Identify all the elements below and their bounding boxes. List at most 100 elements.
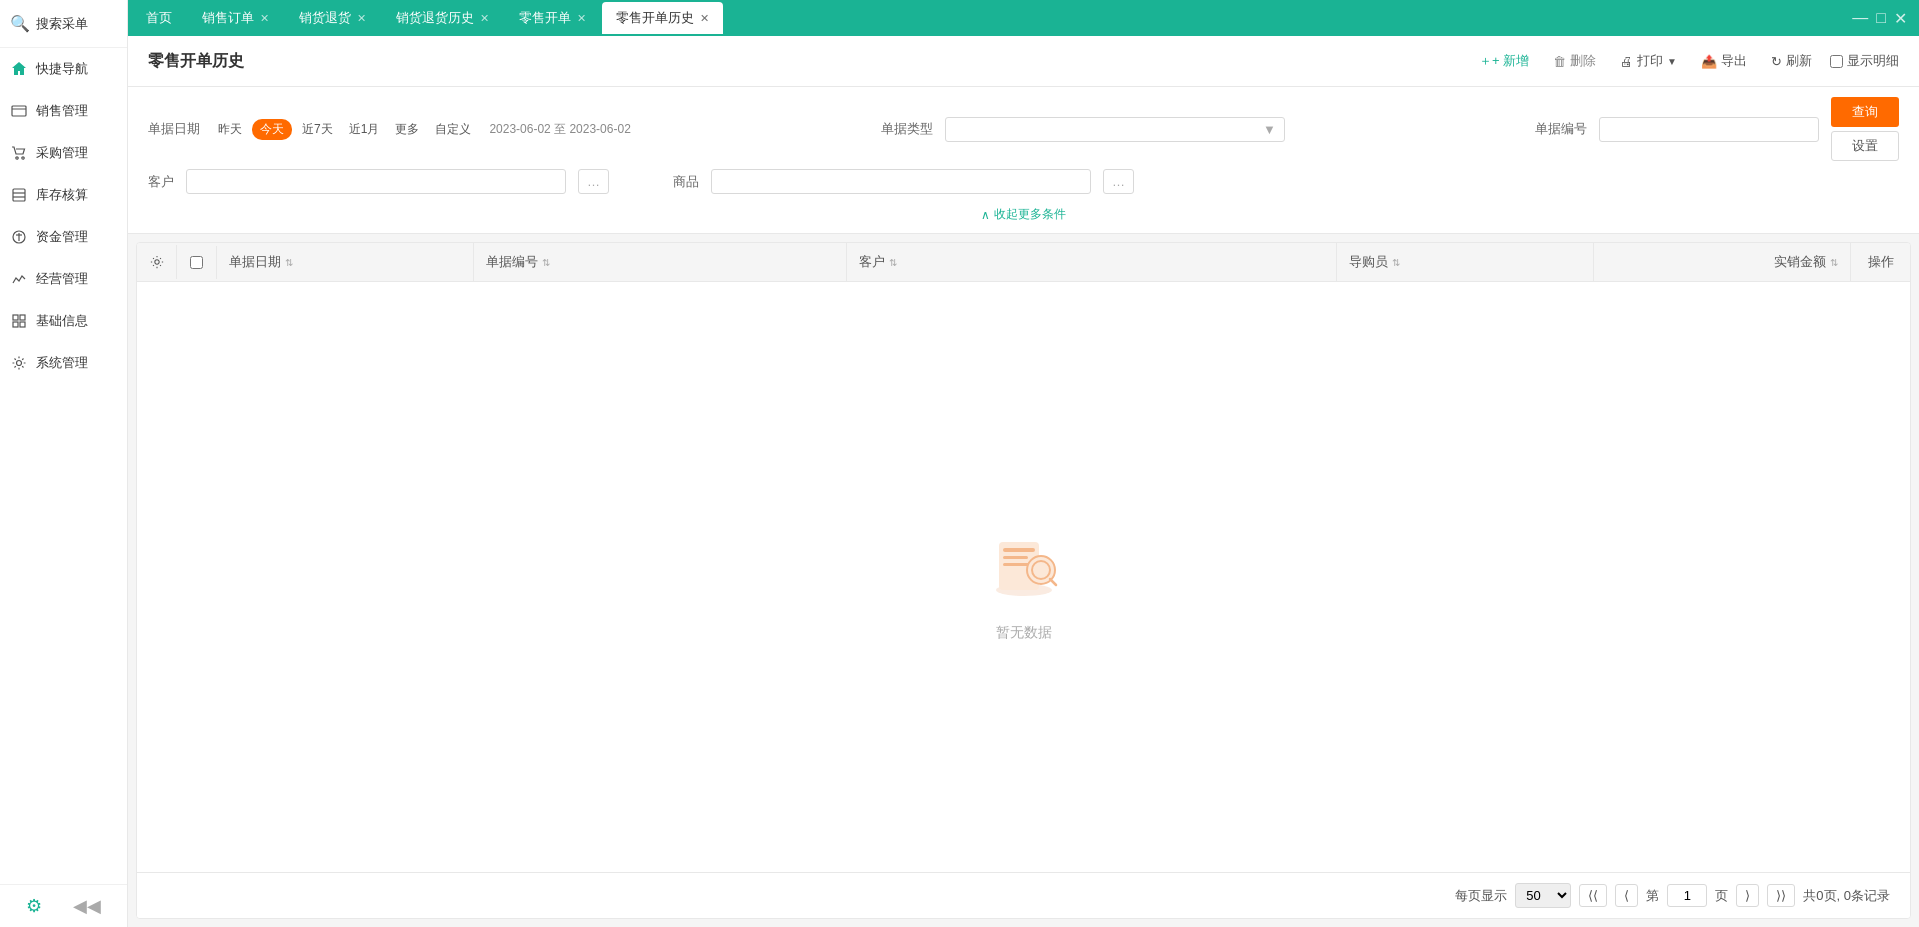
next-page-button[interactable]: ⟩ (1736, 884, 1759, 907)
window-minimize-icon[interactable]: — (1852, 9, 1868, 27)
svg-point-2 (16, 157, 18, 159)
sidebar-item-label: 采购管理 (36, 144, 88, 162)
add-icon: ＋ (1479, 52, 1492, 70)
tab-sales-order[interactable]: 销售订单 ✕ (188, 2, 283, 34)
th-amount[interactable]: 实销金额 ⇅ (1594, 243, 1850, 281)
product-ellipsis-btn[interactable]: … (1103, 169, 1134, 194)
th-salesman[interactable]: 导购员 ⇅ (1337, 243, 1594, 281)
tab-sales-return-close[interactable]: ✕ (357, 12, 366, 25)
sidebar-item-inventory[interactable]: 库存核算 (0, 174, 127, 216)
select-all-checkbox[interactable] (190, 256, 203, 269)
sidebar-item-system[interactable]: 系统管理 (0, 342, 127, 384)
sidebar-item-base-info[interactable]: 基础信息 (0, 300, 127, 342)
customer-ellipsis-btn[interactable]: … (578, 169, 609, 194)
sidebar: 🔍 搜索采单 快捷导航 销售管理 采购管理 库存核算 (0, 0, 128, 927)
tab-home[interactable]: 首页 (132, 2, 186, 34)
date-shortcuts: 昨天 今天 近7天 近1月 更多 自定义 (212, 119, 477, 140)
per-page-select[interactable]: 50 10 20 100 (1515, 883, 1571, 908)
tab-sales-return-history-label: 销货退货历史 (396, 9, 474, 27)
th-date[interactable]: 单据日期 ⇅ (217, 243, 474, 281)
product-label: 商品 (673, 173, 699, 191)
first-page-button[interactable]: ⟨⟨ (1579, 884, 1607, 907)
svg-rect-18 (1003, 548, 1035, 552)
empty-icon (974, 512, 1074, 612)
sidebar-item-finance[interactable]: 资金管理 (0, 216, 127, 258)
th-action: 操作 (1850, 243, 1910, 281)
window-maximize-icon[interactable]: □ (1876, 9, 1886, 27)
tab-retail-open-close[interactable]: ✕ (577, 12, 586, 25)
date-shortcut-7days[interactable]: 近7天 (296, 119, 339, 140)
sidebar-item-sales-mgmt[interactable]: 销售管理 (0, 90, 127, 132)
th-checkbox[interactable] (177, 246, 217, 279)
svg-point-14 (17, 361, 22, 366)
operations-icon (10, 270, 28, 288)
svg-rect-19 (1003, 556, 1028, 559)
svg-rect-4 (13, 189, 25, 201)
query-button[interactable]: 查询 (1831, 97, 1899, 127)
sno-input[interactable] (1599, 117, 1819, 142)
sno-label: 单据编号 (1535, 120, 1587, 138)
type-select[interactable]: ▼ (945, 117, 1285, 142)
tab-sales-return-history-close[interactable]: ✕ (480, 12, 489, 25)
page-title: 零售开单历史 (148, 51, 244, 72)
customer-input[interactable] (186, 169, 566, 194)
tab-bar-controls: — □ ✕ (1852, 9, 1915, 28)
date-shortcut-more[interactable]: 更多 (389, 119, 425, 140)
th-date-label: 单据日期 (229, 253, 281, 271)
th-settings[interactable] (137, 245, 177, 279)
th-salesman-label: 导购员 (1349, 253, 1388, 271)
sidebar-item-operations[interactable]: 经营管理 (0, 258, 127, 300)
date-shortcut-custom[interactable]: 自定义 (429, 119, 477, 140)
delete-button[interactable]: 🗑 删除 (1547, 48, 1602, 74)
window-close-icon[interactable]: ✕ (1894, 9, 1907, 28)
purchase-icon (10, 144, 28, 162)
tab-sales-return-label: 销货退货 (299, 9, 351, 27)
last-page-button[interactable]: ⟩⟩ (1767, 884, 1795, 907)
date-shortcut-today[interactable]: 今天 (252, 119, 292, 140)
display-detail-toggle[interactable]: 显示明细 (1830, 52, 1899, 70)
tab-sales-return[interactable]: 销货退货 ✕ (285, 2, 380, 34)
display-detail-checkbox[interactable] (1830, 55, 1843, 68)
sidebar-item-label: 资金管理 (36, 228, 88, 246)
tab-sales-order-close[interactable]: ✕ (260, 12, 269, 25)
th-salesman-sort: ⇅ (1392, 257, 1400, 268)
sidebar-item-quick-nav[interactable]: 快捷导航 (0, 48, 127, 90)
date-shortcut-1month[interactable]: 近1月 (343, 119, 386, 140)
collapse-button[interactable]: ∧ 收起更多条件 (981, 206, 1066, 223)
main-area: 首页 销售订单 ✕ 销货退货 ✕ 销货退货历史 ✕ 零售开单 ✕ 零售开单历史 … (128, 0, 1919, 927)
th-customer[interactable]: 客户 ⇅ (847, 243, 1336, 281)
collapse-sidebar-icon[interactable]: ◀◀ (73, 895, 101, 917)
tab-retail-open-history[interactable]: 零售开单历史 ✕ (602, 2, 723, 34)
product-input[interactable] (711, 169, 1091, 194)
collapse-row: ∧ 收起更多条件 (148, 202, 1899, 223)
tab-bar: 首页 销售订单 ✕ 销货退货 ✕ 销货退货历史 ✕ 零售开单 ✕ 零售开单历史 … (128, 0, 1919, 36)
export-label: 导出 (1721, 52, 1747, 70)
toolbar: ＋ + 新增 🗑 删除 🖨 打印 ▼ 📤 导出 ↻ (1473, 48, 1899, 74)
add-button[interactable]: ＋ + 新增 (1473, 48, 1535, 74)
prev-page-button[interactable]: ⟨ (1615, 884, 1638, 907)
th-sno[interactable]: 单据编号 ⇅ (474, 243, 847, 281)
th-amount-sort: ⇅ (1830, 257, 1838, 268)
sidebar-item-purchase-mgmt[interactable]: 采购管理 (0, 132, 127, 174)
export-button[interactable]: 📤 导出 (1695, 48, 1753, 74)
tab-retail-open[interactable]: 零售开单 ✕ (505, 2, 600, 34)
date-shortcut-yesterday[interactable]: 昨天 (212, 119, 248, 140)
settings-button[interactable]: 设置 (1831, 131, 1899, 161)
current-page-input[interactable] (1667, 884, 1707, 907)
settings-footer-icon[interactable]: ⚙ (26, 895, 42, 917)
per-page-label: 每页显示 (1455, 887, 1507, 905)
tab-sales-return-history[interactable]: 销货退货历史 ✕ (382, 2, 503, 34)
tab-retail-open-history-close[interactable]: ✕ (700, 12, 709, 25)
refresh-button[interactable]: ↻ 刷新 (1765, 48, 1818, 74)
print-button[interactable]: 🖨 打印 ▼ (1614, 48, 1683, 74)
sidebar-search[interactable]: 🔍 搜索采单 (0, 0, 127, 48)
home-icon (10, 60, 28, 78)
th-customer-label: 客户 (859, 253, 885, 271)
sidebar-item-label: 经营管理 (36, 270, 88, 288)
finance-icon (10, 228, 28, 246)
inventory-icon (10, 186, 28, 204)
page-label-post: 页 (1715, 887, 1728, 905)
th-amount-label: 实销金额 (1774, 253, 1826, 271)
sales-icon (10, 102, 28, 120)
empty-state: 暂无数据 (137, 282, 1910, 872)
